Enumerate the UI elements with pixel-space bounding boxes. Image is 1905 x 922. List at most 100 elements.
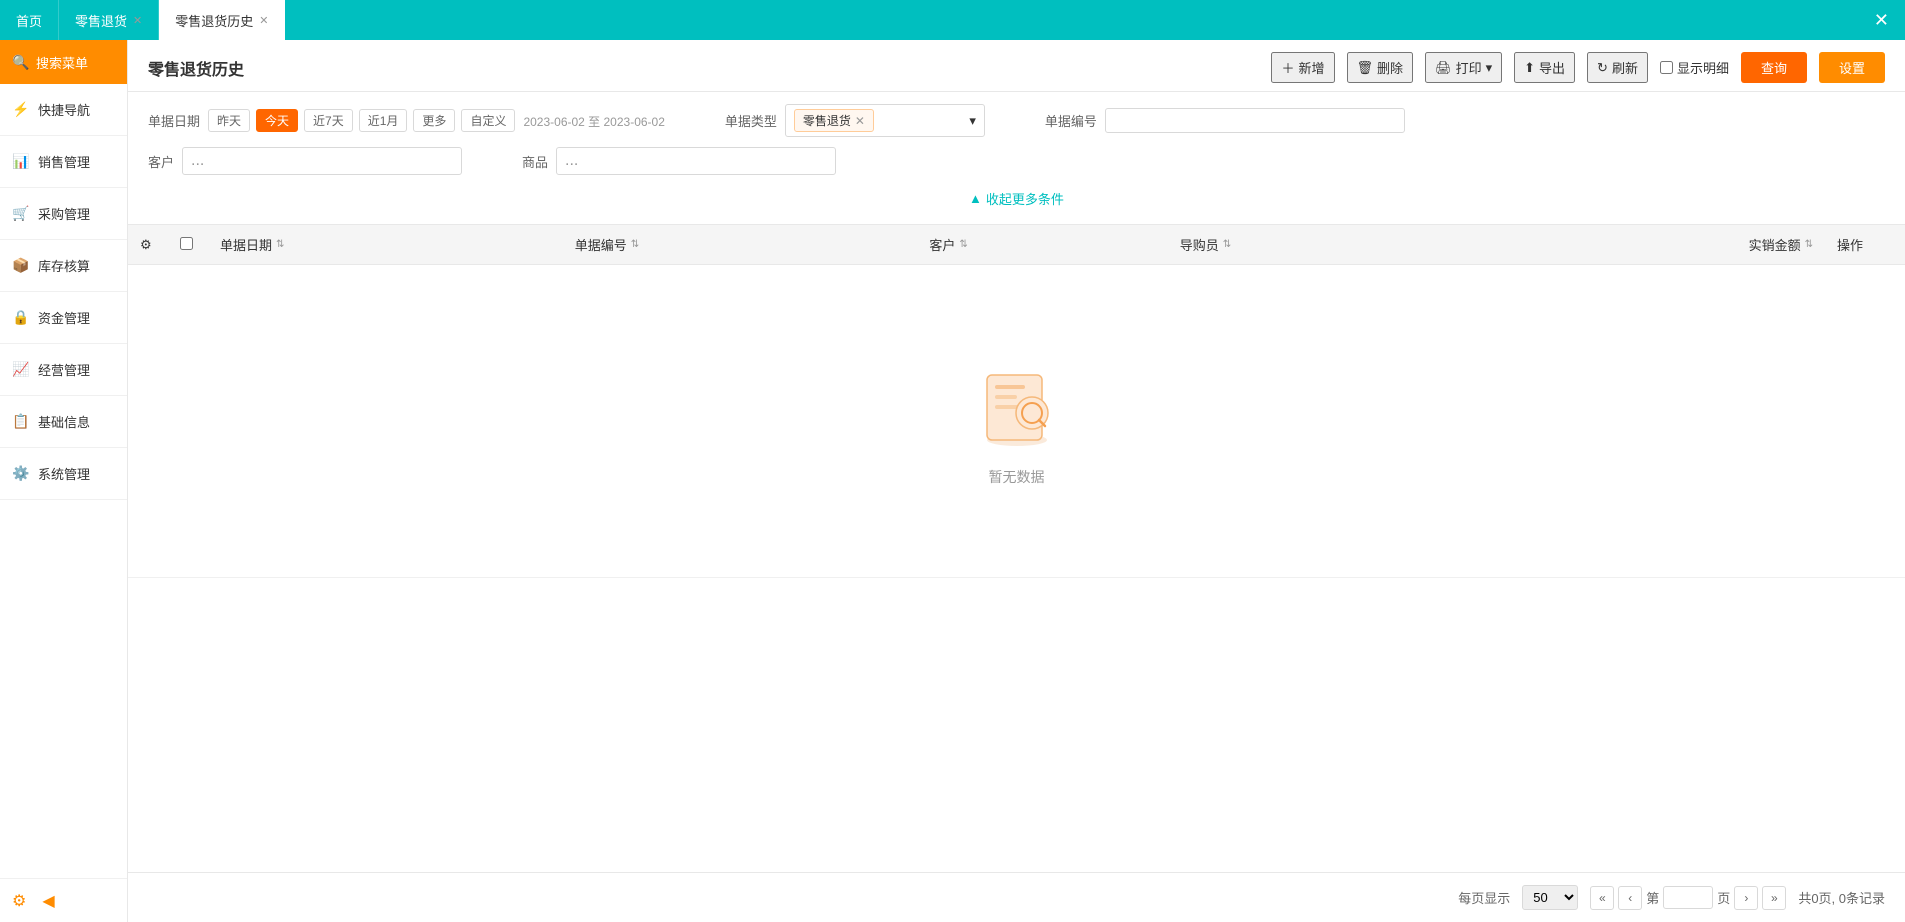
print-button[interactable]: 🖨 打印 ▾ [1425, 52, 1502, 83]
sidebar-item-quick-nav[interactable]: ⚡ 快捷导航 [0, 84, 127, 136]
show-detail-checkbox-label[interactable]: 显示明细 [1660, 58, 1729, 77]
tab-retail-return-history-close[interactable]: ✕ [259, 14, 268, 27]
tab-retail-return-close[interactable]: ✕ [133, 14, 142, 27]
empty-state-icon [967, 355, 1067, 455]
sidebar-item-basic-info[interactable]: 📋 基础信息 [0, 396, 127, 448]
filter-area: 单据日期 昨天 今天 近7天 近1月 更多 自定义 2023-06-02 至 2… [128, 92, 1905, 225]
th-actions: 操作 [1825, 225, 1905, 265]
sidebar-item-purchase-mgmt-label: 采购管理 [38, 204, 90, 223]
type-tag: 零售退货 ✕ [794, 109, 874, 132]
export-button[interactable]: ⬆ 导出 [1514, 52, 1575, 83]
date-buttons: 昨天 今天 近7天 近1月 更多 自定义 [208, 109, 515, 132]
customer-select[interactable]: ... [182, 147, 462, 175]
th-number-label: 单据编号 [575, 235, 627, 254]
goods-dots: ... [565, 152, 578, 170]
refresh-label: 刷新 [1612, 58, 1638, 77]
top-bar: 首页 零售退货 ✕ 零售退货历史 ✕ ✕ [0, 0, 1905, 40]
page-unit: 页 [1717, 888, 1730, 907]
sidebar-item-system-mgmt-label: 系统管理 [38, 464, 90, 483]
tab-retail-return-history-label: 零售退货历史 [175, 11, 253, 30]
date-btn-last7[interactable]: 近7天 [304, 109, 353, 132]
sidebar-item-inventory-label: 库存核算 [38, 256, 90, 275]
date-btn-more[interactable]: 更多 [413, 109, 455, 132]
date-btn-today[interactable]: 今天 [256, 109, 298, 132]
number-input[interactable] [1105, 108, 1405, 133]
th-date-label: 单据日期 [220, 235, 272, 254]
sidebar-item-finance[interactable]: 🔒 资金管理 [0, 292, 127, 344]
th-number-sort[interactable]: ⇅ [631, 239, 639, 250]
delete-button[interactable]: 🗑 删除 [1347, 52, 1414, 83]
th-customer-sort[interactable]: ⇅ [959, 239, 967, 250]
goods-select[interactable]: ... [556, 147, 836, 175]
filter-type: 单据类型 零售退货 ✕ ▾ [725, 104, 985, 137]
th-amount: 实销金额 ⇅ [1470, 225, 1825, 265]
th-date-sort[interactable]: ⇅ [276, 239, 284, 250]
collapse-up-icon: ▲ [969, 191, 982, 206]
th-actions-label: 操作 [1837, 238, 1863, 253]
th-guide-sort[interactable]: ⇅ [1223, 239, 1231, 250]
finance-icon: 🔒 [12, 309, 30, 327]
customer-label: 客户 [148, 152, 174, 171]
select-all-checkbox[interactable] [180, 237, 193, 250]
sidebar-item-inventory[interactable]: 📦 库存核算 [0, 240, 127, 292]
sidebar-item-basic-info-label: 基础信息 [38, 412, 90, 431]
system-mgmt-icon: ⚙️ [12, 465, 30, 483]
date-label: 单据日期 [148, 111, 200, 130]
settings-icon[interactable]: ⚙ [140, 237, 152, 252]
inventory-icon: 📦 [12, 257, 30, 275]
sidebar-item-finance-label: 资金管理 [38, 308, 90, 327]
th-customer: 客户 ⇅ [917, 225, 1167, 265]
filter-row-2: 客户 ... 商品 ... [148, 147, 1885, 175]
per-page-select[interactable]: 50 10 20 100 [1522, 885, 1578, 910]
th-guide-label: 导购员 [1180, 235, 1219, 254]
tab-retail-return-history[interactable]: 零售退货历史 ✕ [159, 0, 285, 40]
date-btn-last-month[interactable]: 近1月 [359, 109, 408, 132]
operations-icon: 📈 [12, 361, 30, 379]
page-first-button[interactable]: « [1590, 886, 1614, 910]
sidebar-item-operations[interactable]: 📈 经营管理 [0, 344, 127, 396]
filter-customer: 客户 ... [148, 147, 462, 175]
page-title: 零售退货历史 [148, 56, 244, 80]
sidebar-search[interactable]: 🔍 搜索菜单 [0, 40, 127, 84]
date-btn-yesterday[interactable]: 昨天 [208, 109, 250, 132]
type-select[interactable]: 零售退货 ✕ ▾ [785, 104, 985, 137]
collapse-button[interactable]: ▲ 收起更多条件 [969, 185, 1064, 212]
header-actions: ＋ 新增 🗑 删除 🖨 打印 ▾ ⬆ 导出 ↻ 刷新 [1271, 52, 1885, 83]
page-last-button[interactable]: » [1762, 886, 1786, 910]
setting-button[interactable]: 设置 [1819, 52, 1885, 83]
delete-icon: 🗑 [1357, 60, 1374, 76]
print-icon: 🖨 [1435, 60, 1452, 76]
filter-date: 单据日期 昨天 今天 近7天 近1月 更多 自定义 2023-06-02 至 2… [148, 109, 665, 132]
th-amount-sort[interactable]: ⇅ [1805, 239, 1813, 250]
refresh-button[interactable]: ↻ 刷新 [1587, 52, 1648, 83]
sidebar-collapse-icon[interactable]: ◀ [42, 891, 54, 911]
query-button[interactable]: 查询 [1741, 52, 1807, 83]
sidebar-item-system-mgmt[interactable]: ⚙️ 系统管理 [0, 448, 127, 500]
topbar-right: ✕ [1874, 10, 1905, 31]
show-detail-label: 显示明细 [1677, 58, 1729, 77]
tab-retail-return[interactable]: 零售退货 ✕ [59, 0, 159, 40]
th-customer-label: 客户 [929, 235, 955, 254]
delete-label: 删除 [1377, 58, 1403, 77]
tab-home[interactable]: 首页 [0, 0, 59, 40]
main-layout: 🔍 搜索菜单 ⚡ 快捷导航 📊 销售管理 🛒 采购管理 📦 库存核算 🔒 资金管… [0, 40, 1905, 922]
type-tag-close[interactable]: ✕ [855, 114, 865, 128]
window-close-button[interactable]: ✕ [1874, 10, 1889, 30]
sidebar-settings-icon[interactable]: ⚙ [12, 891, 26, 911]
page-number-input[interactable]: 1 [1663, 886, 1713, 909]
add-button[interactable]: ＋ 新增 [1271, 52, 1334, 83]
show-detail-checkbox[interactable] [1660, 61, 1673, 74]
filter-number: 单据编号 [1045, 108, 1405, 133]
tab-home-label: 首页 [16, 11, 42, 30]
content-area: 零售退货历史 ＋ 新增 🗑 删除 🖨 打印 ▾ ⬆ 导出 [128, 40, 1905, 922]
print-dropdown-icon: ▾ [1486, 60, 1493, 76]
th-checkbox [168, 225, 208, 265]
empty-state-cell: 暂无数据 [128, 265, 1905, 578]
page-total: 共0页, 0条记录 [1798, 888, 1885, 907]
page-prev-button[interactable]: ‹ [1618, 886, 1642, 910]
sidebar-item-purchase-mgmt[interactable]: 🛒 采购管理 [0, 188, 127, 240]
basic-info-icon: 📋 [12, 413, 30, 431]
page-next-button[interactable]: › [1734, 886, 1758, 910]
sidebar-item-sales-mgmt[interactable]: 📊 销售管理 [0, 136, 127, 188]
date-btn-custom[interactable]: 自定义 [461, 109, 515, 132]
